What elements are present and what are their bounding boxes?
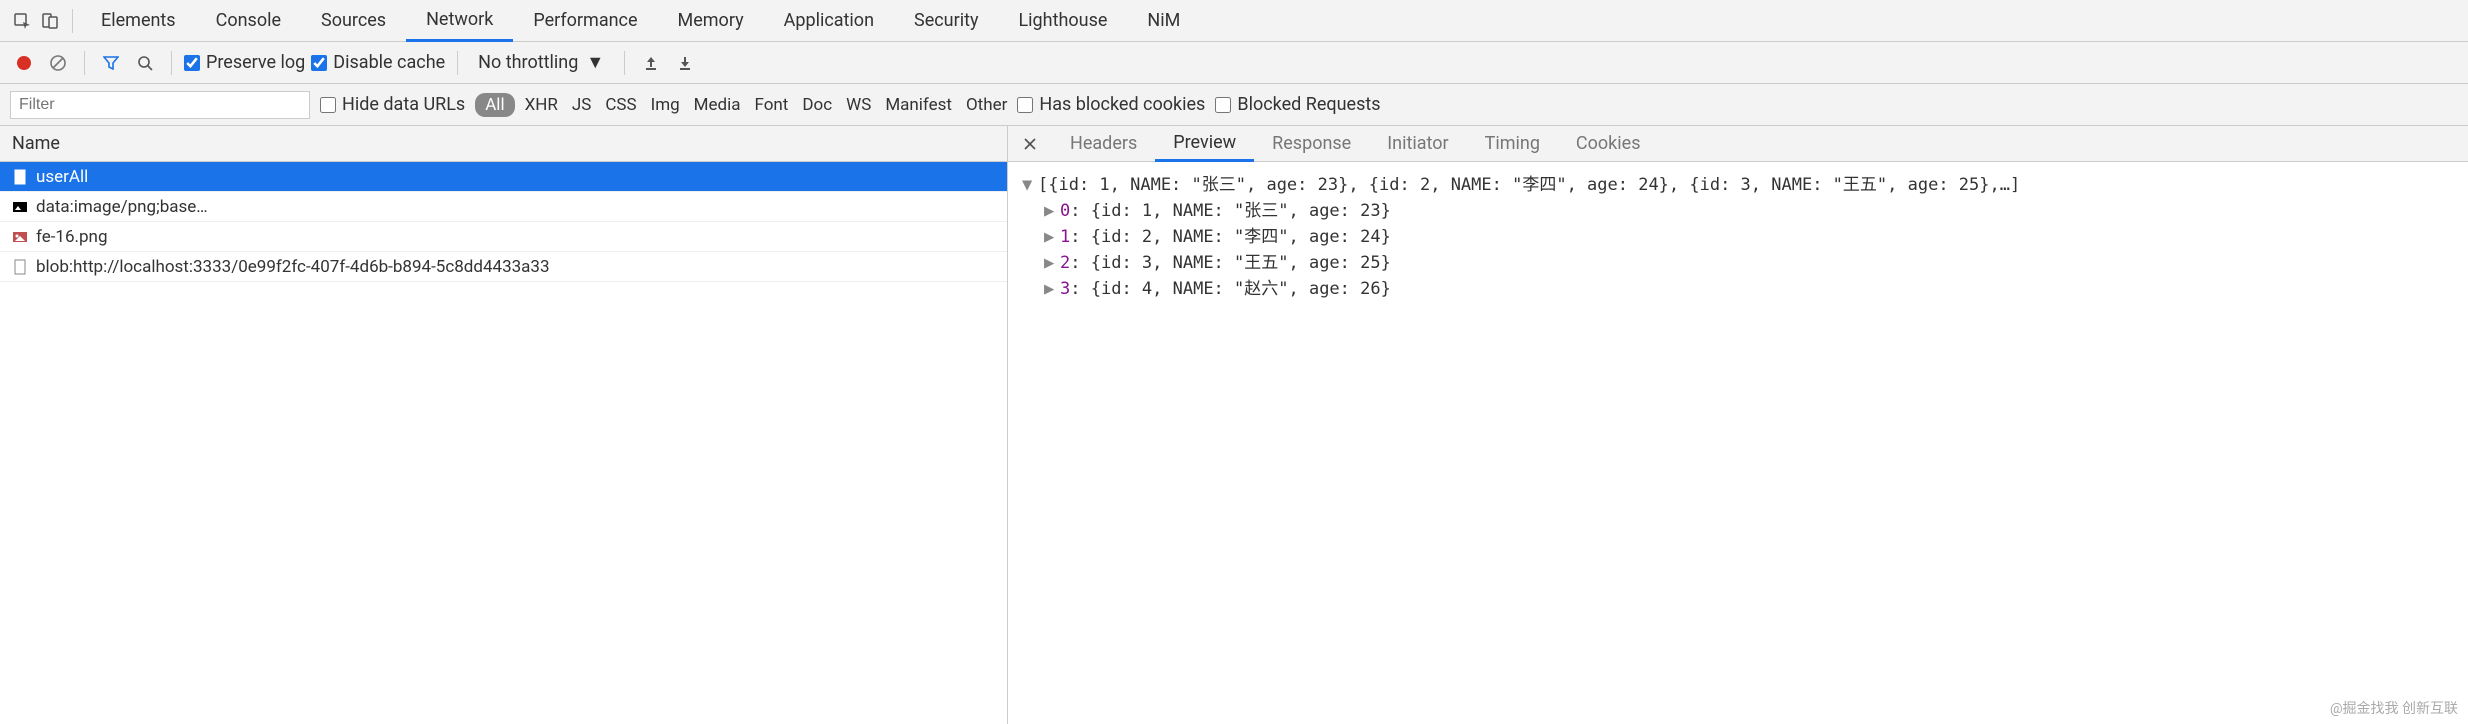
detail-tab-response[interactable]: Response (1254, 126, 1369, 162)
tab-performance[interactable]: Performance (513, 0, 657, 42)
filter-type-other[interactable]: Other (966, 95, 1007, 115)
filter-type-media[interactable]: Media (694, 95, 741, 115)
detail-tab-timing[interactable]: Timing (1467, 126, 1558, 162)
request-name: userAll (36, 167, 88, 187)
preserve-log-checkbox[interactable]: Preserve log (184, 52, 305, 73)
detail-panel: HeadersPreviewResponseInitiatorTimingCoo… (1008, 126, 2468, 724)
throttling-select[interactable]: No throttling ▼ (470, 52, 612, 73)
img-file-icon (12, 199, 28, 215)
main-split: Name userAll data:image/png;base… fe-16.pn… (0, 126, 2468, 724)
inspect-element-icon[interactable] (8, 7, 36, 35)
tab-sources[interactable]: Sources (301, 0, 406, 42)
filter-type-css[interactable]: CSS (605, 95, 636, 115)
tab-lighthouse[interactable]: Lighthouse (998, 0, 1127, 42)
detail-tabs: HeadersPreviewResponseInitiatorTimingCoo… (1008, 126, 2468, 162)
devtools-top-tabs: ElementsConsoleSourcesNetworkPerformance… (0, 0, 2468, 42)
download-har-icon[interactable] (671, 49, 699, 77)
filter-row: Hide data URLs All XHR JS CSS Img Media Font D… (0, 84, 2468, 126)
filter-type-font[interactable]: Font (755, 95, 789, 115)
tab-elements[interactable]: Elements (81, 0, 196, 42)
preview-array-item[interactable]: ▶0: {id: 1, NAME: "张三", age: 23} (1022, 198, 2454, 224)
filter-type-all[interactable]: All (475, 93, 514, 117)
filter-type-img[interactable]: Img (651, 95, 680, 115)
tab-network[interactable]: Network (406, 0, 513, 42)
filter-type-js[interactable]: JS (572, 95, 591, 115)
upload-har-icon[interactable] (637, 49, 665, 77)
doc-file-icon (12, 169, 28, 185)
divider (457, 51, 458, 75)
detail-tab-initiator[interactable]: Initiator (1369, 126, 1466, 162)
preview-array-item[interactable]: ▶3: {id: 4, NAME: "赵六", age: 26} (1022, 276, 2454, 302)
request-row[interactable]: data:image/png;base… (0, 192, 1007, 222)
expand-arrow-icon[interactable]: ▶ (1044, 276, 1056, 302)
watermark: @掘金找我 创新互联 (2330, 698, 2458, 718)
chevron-down-icon: ▼ (586, 52, 604, 73)
device-toggle-icon[interactable] (36, 7, 64, 35)
tab-security[interactable]: Security (894, 0, 998, 42)
divider (72, 9, 73, 33)
detail-tab-headers[interactable]: Headers (1052, 126, 1155, 162)
expand-arrow-icon[interactable]: ▶ (1044, 198, 1056, 224)
request-list: userAll data:image/png;base… fe-16.png blob… (0, 162, 1007, 724)
filter-type-ws[interactable]: WS (846, 95, 871, 115)
preview-body: ▼[{id: 1, NAME: "张三", age: 23}, {id: 2, … (1008, 162, 2468, 724)
divider (171, 51, 172, 75)
filter-type-list: XHR JS CSS Img Media Font Doc WS Manifest Other (525, 95, 1008, 115)
expand-arrow-icon[interactable]: ▶ (1044, 224, 1056, 250)
tab-console[interactable]: Console (196, 0, 301, 42)
preview-array-item[interactable]: ▶1: {id: 2, NAME: "李四", age: 24} (1022, 224, 2454, 250)
network-toolbar: Preserve log Disable cache No throttling… (0, 42, 2468, 84)
filter-type-manifest[interactable]: Manifest (885, 95, 952, 115)
filter-type-xhr[interactable]: XHR (525, 95, 558, 115)
request-name: data:image/png;base… (36, 197, 208, 217)
request-row[interactable]: userAll (0, 162, 1007, 192)
has-blocked-cookies-checkbox[interactable]: Has blocked cookies (1017, 94, 1205, 115)
detail-tab-preview[interactable]: Preview (1155, 126, 1254, 162)
hide-data-urls-checkbox[interactable]: Hide data URLs (320, 94, 465, 115)
expand-arrow-icon[interactable]: ▶ (1044, 250, 1056, 276)
preview-array-item[interactable]: ▶2: {id: 3, NAME: "王五", age: 25} (1022, 250, 2454, 276)
request-name: blob:http://localhost:3333/0e99f2fc-407f… (36, 257, 550, 277)
detail-tab-cookies[interactable]: Cookies (1558, 126, 1659, 162)
tab-application[interactable]: Application (764, 0, 894, 42)
request-row[interactable]: fe-16.png (0, 222, 1007, 252)
blocked-requests-checkbox[interactable]: Blocked Requests (1215, 94, 1380, 115)
tab-nim[interactable]: NiM (1127, 0, 1200, 42)
preview-summary[interactable]: ▼[{id: 1, NAME: "张三", age: 23}, {id: 2, … (1022, 172, 2454, 198)
blob-file-icon (12, 259, 28, 275)
divider (624, 51, 625, 75)
request-name: fe-16.png (36, 227, 108, 247)
divider (84, 51, 85, 75)
png-file-icon (12, 229, 28, 245)
clear-button[interactable] (44, 49, 72, 77)
request-list-panel: Name userAll data:image/png;base… fe-16.pn… (0, 126, 1008, 724)
expand-arrow-icon[interactable]: ▼ (1022, 172, 1034, 198)
filter-icon[interactable] (97, 49, 125, 77)
close-detail-icon[interactable] (1016, 130, 1044, 158)
record-button[interactable] (10, 49, 38, 77)
search-icon[interactable] (131, 49, 159, 77)
tab-memory[interactable]: Memory (658, 0, 764, 42)
filter-type-doc[interactable]: Doc (802, 95, 832, 115)
disable-cache-checkbox[interactable]: Disable cache (311, 52, 445, 73)
column-header-name[interactable]: Name (0, 126, 1007, 162)
request-row[interactable]: blob:http://localhost:3333/0e99f2fc-407f… (0, 252, 1007, 282)
filter-input[interactable] (10, 91, 310, 119)
